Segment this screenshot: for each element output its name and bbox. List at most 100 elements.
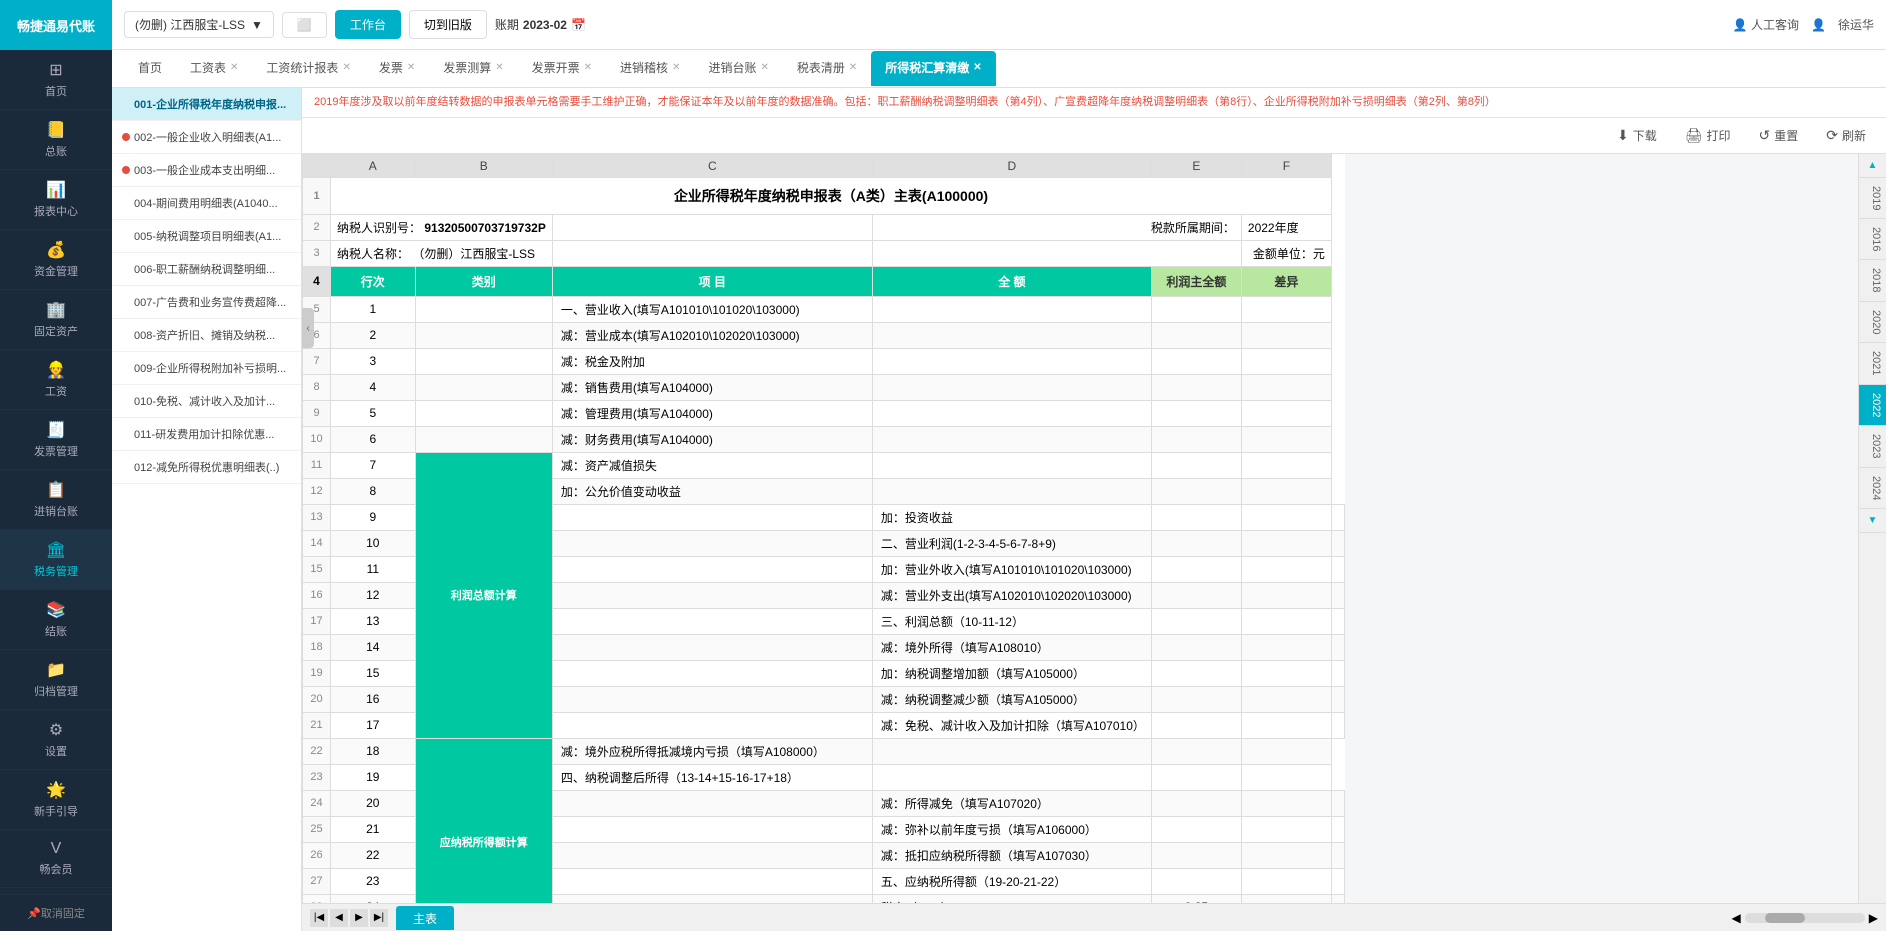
sidebar-footer-pin[interactable]: 📌 取消固定	[0, 894, 112, 931]
download-button[interactable]: ⬇ 下载	[1609, 124, 1665, 147]
year-item-2024[interactable]: 2024	[1859, 468, 1886, 509]
year-item-2019[interactable]: 2019	[1859, 178, 1886, 219]
profit-cell	[1151, 478, 1241, 504]
year-item-2023[interactable]: 2023	[1859, 426, 1886, 467]
amount-cell	[1151, 868, 1241, 894]
year-item-2022[interactable]: 2022	[1859, 385, 1886, 426]
left-panel-item-011[interactable]: 011-研发费用加计扣除优惠...	[112, 418, 301, 451]
line-number: 14	[331, 634, 416, 660]
tab-purchase-ledger[interactable]: 进销台账 ✕	[694, 51, 782, 86]
close-tab-salary[interactable]: ✕	[230, 62, 238, 73]
sheet-last-btn[interactable]: ▶|	[370, 909, 388, 927]
reset-button[interactable]: ↺ 重置	[1751, 124, 1807, 147]
left-panel-item-009[interactable]: 009-企业所得税附加补亏损明...	[112, 352, 301, 385]
tab-purchase-audit[interactable]: 进销稽核 ✕	[606, 51, 694, 86]
sidebar-item-label: 归档管理	[34, 683, 78, 699]
close-tab-tax-forms[interactable]: ✕	[849, 62, 857, 73]
close-tab-purchase-ledger[interactable]: ✕	[760, 62, 768, 73]
close-tab-salary-stats[interactable]: ✕	[342, 62, 350, 73]
sidebar-item-invoice[interactable]: 🧾 发票管理	[0, 410, 112, 470]
sidebar-item-reports[interactable]: 📊 报表中心	[0, 170, 112, 230]
sidebar-item-assets[interactable]: 🏢 固定资产	[0, 290, 112, 350]
scroll-left-icon[interactable]: ◀	[1732, 911, 1741, 925]
scroll-right-icon[interactable]: ▶	[1869, 911, 1878, 925]
sidebar-item-tax[interactable]: 🏛 税务管理	[0, 530, 112, 590]
sidebar-item-ledger[interactable]: 📒 总账	[0, 110, 112, 170]
tab-income-tax[interactable]: 所得税汇算清缴 ✕	[871, 51, 995, 86]
calendar-icon[interactable]: 📅	[571, 18, 586, 32]
sidebar-item-finance[interactable]: 💰 资金管理	[0, 230, 112, 290]
sidebar-item-label: 结账	[45, 623, 67, 639]
sidebar-item-label: 首页	[45, 83, 67, 99]
nav-tabs: 首页 工资表 ✕ 工资统计报表 ✕ 发票 ✕ 发票测算 ✕ 发票开票 ✕ 进销稽…	[112, 50, 1886, 88]
sheet-first-btn[interactable]: |◀	[310, 909, 328, 927]
print-button[interactable]: 🖨 打印	[1677, 124, 1739, 147]
tab-invoice-open[interactable]: 发票开票 ✕	[518, 51, 606, 86]
tab-tax-forms[interactable]: 税表清册 ✕	[783, 51, 871, 86]
year-scroll-up[interactable]: ▲	[1859, 154, 1886, 178]
year-item-2016[interactable]: 2016	[1859, 219, 1886, 260]
profit-cell	[1241, 530, 1331, 556]
workspace-button[interactable]: 工作台	[335, 10, 401, 39]
left-panel-item-002[interactable]: 002-一般企业收入明细表(A1...	[112, 121, 301, 154]
tab-invoice[interactable]: 发票 ✕	[365, 51, 429, 86]
refresh-button[interactable]: ⟳ 刷新	[1818, 124, 1874, 147]
left-panel-item-005[interactable]: 005-纳税调整项目明细表(A1...	[112, 220, 301, 253]
tab-invoice-calc[interactable]: 发票测算 ✕	[429, 51, 517, 86]
invoice-icon: 🧾	[46, 420, 66, 440]
tab-salary-stats[interactable]: 工资统计报表 ✕	[252, 51, 364, 86]
scroll-bar-horizontal[interactable]	[1745, 913, 1865, 923]
year-scroll-down[interactable]: ▼	[1859, 509, 1886, 533]
profit-cell	[1241, 686, 1331, 712]
year-item-2018[interactable]: 2018	[1859, 260, 1886, 301]
item-cell: 减：营业成本(填写A102010\102020\103000)	[552, 322, 872, 348]
table-wrapper[interactable]: A B C D E F 1 企业所	[302, 154, 1858, 904]
close-tab-invoice-open[interactable]: ✕	[584, 62, 592, 73]
sidebar-item-salary[interactable]: 👷 工资	[0, 350, 112, 410]
tab-salary[interactable]: 工资表 ✕	[176, 51, 252, 86]
sidebar-item-archive[interactable]: 📁 归档管理	[0, 650, 112, 710]
company-selector[interactable]: (勿删) 江西服宝-LSS ▼	[124, 11, 274, 38]
item-cell: 加：纳税调整增加额（填写A105000）	[872, 660, 1151, 686]
sidebar-item-home[interactable]: ⊞ 首页	[0, 50, 112, 110]
sheet-next-btn[interactable]: ▶	[350, 909, 368, 927]
item-cell: 加：投资收益	[872, 504, 1151, 530]
year-item-2021[interactable]: 2021	[1859, 343, 1886, 384]
left-panel-item-012[interactable]: 012-减免所得税优惠明细表(..)	[112, 451, 301, 484]
panel-toggle-button[interactable]: ‹	[302, 308, 314, 348]
switch-old-button[interactable]: 切到旧版	[409, 10, 487, 39]
close-tab-income-tax[interactable]: ✕	[973, 62, 981, 73]
row-number: 11	[303, 452, 331, 478]
line-number: 24	[331, 894, 416, 903]
sidebar-item-settlement[interactable]: 📚 结账	[0, 590, 112, 650]
sidebar-item-label: 新手引导	[34, 803, 78, 819]
left-panel-item-007[interactable]: 007-广告费和业务宣传费超降...	[112, 286, 301, 319]
bottom-tab-main[interactable]: 主表	[396, 906, 454, 930]
left-panel-item-004[interactable]: 004-期间费用明细表(A1040...	[112, 187, 301, 220]
close-tab-invoice-calc[interactable]: ✕	[495, 62, 503, 73]
close-tab-purchase-audit[interactable]: ✕	[672, 62, 680, 73]
diff-cell	[1241, 348, 1331, 374]
copy-button[interactable]: ⬜	[282, 12, 327, 38]
left-panel-item-010[interactable]: 010-免税、减计收入及加计...	[112, 385, 301, 418]
left-panel-item-003[interactable]: 003-一般企业成本支出明细...	[112, 154, 301, 187]
sheet-prev-btn[interactable]: ◀	[330, 909, 348, 927]
line-number: 17	[331, 712, 416, 738]
table-row: 117利润总额计算减：资产减值损失	[303, 452, 1345, 478]
service-btn[interactable]: 👤 人工客询	[1733, 16, 1799, 33]
left-panel-item-001[interactable]: 001-企业所得税年度纳税申报...	[112, 88, 301, 121]
amount-cell	[872, 374, 1151, 400]
profit-cell	[1151, 400, 1241, 426]
sidebar-item-sales[interactable]: 📋 进销台账	[0, 470, 112, 530]
tab-home[interactable]: 首页	[124, 51, 176, 86]
close-tab-invoice[interactable]: ✕	[407, 62, 415, 73]
year-item-2020[interactable]: 2020	[1859, 302, 1886, 343]
category-cell-empty	[552, 556, 872, 582]
scroll-thumb[interactable]	[1765, 913, 1805, 923]
th-lineno: 行次	[331, 266, 416, 296]
sidebar-item-guide[interactable]: 🌟 新手引导	[0, 770, 112, 830]
left-panel-item-006[interactable]: 006-职工薪酬纳税调整明细...	[112, 253, 301, 286]
left-panel-item-008[interactable]: 008-资产折旧、摊销及纳税...	[112, 319, 301, 352]
sidebar-item-member[interactable]: V 畅会员	[0, 830, 112, 888]
sidebar-item-settings[interactable]: ⚙ 设置	[0, 710, 112, 770]
